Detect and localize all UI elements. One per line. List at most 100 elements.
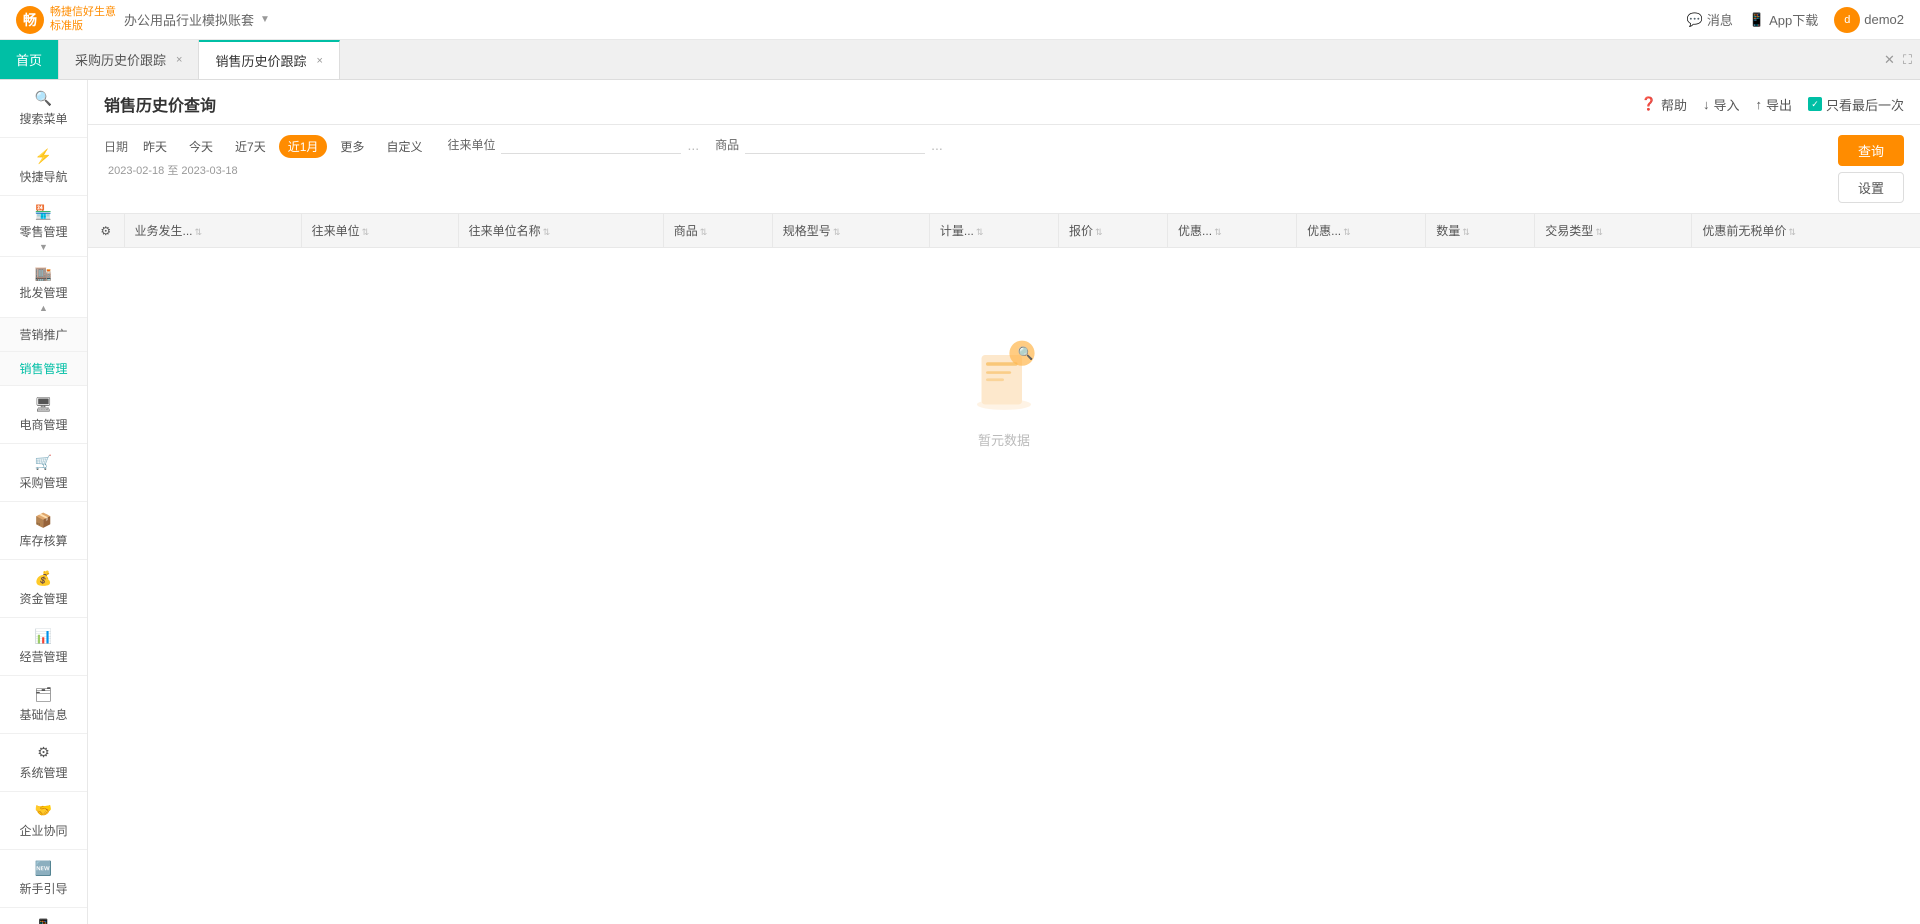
sort-product-icon: ⇅: [700, 227, 708, 237]
date-chip-today[interactable]: 今天: [180, 135, 222, 158]
table-col-bizdate[interactable]: 业务发生...⇅: [124, 214, 301, 248]
tab-bar: 首页 采购历史价跟踪 × 销售历史价跟踪 × ✕ ⛶: [0, 40, 1920, 80]
sidebar-item-purchase[interactable]: 🛒 采购管理: [0, 444, 87, 502]
tab-bar-right: ✕ ⛶: [1876, 40, 1920, 79]
empty-text: 暂元数据: [978, 430, 1030, 449]
help-button[interactable]: ❓ 帮助: [1641, 95, 1687, 114]
date-label: 日期: [104, 138, 128, 155]
top-bar: 畅 畅捷信好生意 标准版 办公用品行业模拟账套 ▼ 💬 消息 📱 App下载 d…: [0, 0, 1920, 40]
user-menu-button[interactable]: d demo2: [1834, 7, 1904, 33]
sidebar-item-inventory[interactable]: 📦 库存核算: [0, 502, 87, 560]
maximize-icon[interactable]: ⛶: [1903, 52, 1912, 68]
tab-sales-history[interactable]: 销售历史价跟踪 ×: [199, 40, 339, 79]
only-last-checkbox-area[interactable]: ✓ 只看最后一次: [1808, 95, 1904, 114]
sidebar-item-finance[interactable]: 💰 资金管理: [0, 560, 87, 618]
app-download-button[interactable]: 📱 App下载: [1749, 10, 1818, 29]
logo-icon: 畅: [16, 6, 44, 34]
table-col-pretaxprice[interactable]: 优惠前无税单价⇅: [1692, 214, 1920, 248]
tab-purchase-history[interactable]: 采购历史价跟踪 ×: [59, 40, 199, 79]
sidebar-basic-label: 基础信息: [19, 706, 67, 723]
app-name[interactable]: 办公用品行业模拟账套 ▼: [124, 10, 270, 29]
filter-bar: 日期 昨天 今天 近7天 近1月 更多 自定义 2023-02-18 至 202…: [88, 125, 1920, 214]
wholesale-expand-icon: ▲: [39, 303, 48, 313]
counterparty-input[interactable]: [501, 135, 681, 154]
sort-spec-icon: ⇅: [833, 227, 841, 237]
sort-unit-icon: ⇅: [976, 227, 984, 237]
sidebar-item-marketing[interactable]: 营销推广: [0, 318, 87, 352]
sales-mgmt-label: 销售管理: [19, 360, 67, 377]
table-col-counterparty[interactable]: 往来单位⇅: [301, 214, 458, 248]
sidebar-item-retail[interactable]: 🏪 零售管理 ▼: [0, 196, 87, 257]
sort-cname-icon: ⇅: [543, 227, 551, 237]
date-range-display: 2023-02-18 至 2023-03-18: [108, 162, 431, 178]
ecommerce-icon: 🖥: [35, 396, 53, 413]
tab-sales-close[interactable]: ×: [316, 55, 322, 67]
tab-home-label: 首页: [16, 50, 42, 69]
sidebar-purchase-label: 采购管理: [19, 474, 67, 491]
counterparty-filter-col: 往来单位 ...: [447, 135, 699, 154]
date-chip-custom[interactable]: 自定义: [377, 135, 431, 158]
only-last-checkbox[interactable]: ✓: [1808, 97, 1822, 111]
sidebar-item-search[interactable]: 🔍 搜索菜单: [0, 80, 87, 138]
table-col-counterparty-name[interactable]: 往来单位名称⇅: [458, 214, 663, 248]
empty-illustration: 🔍: [959, 328, 1049, 418]
date-chip-1month[interactable]: 近1月: [279, 135, 328, 158]
sidebar-item-operations[interactable]: 📊 经营管理: [0, 618, 87, 676]
sidebar-retail-label: 零售管理: [19, 223, 67, 240]
table-col-discount1[interactable]: 优惠...⇅: [1168, 214, 1297, 248]
sidebar-item-wholesale[interactable]: 🏬 批发管理 ▲: [0, 257, 87, 318]
guide-icon: 🆕: [35, 860, 52, 877]
sidebar-item-appcenter[interactable]: 📱 应用中心: [0, 908, 87, 924]
search-icon: 🔍: [35, 90, 52, 107]
product-filter-group: 商品 ...: [715, 135, 943, 154]
close-tab-icon[interactable]: ✕: [1884, 52, 1895, 68]
appcenter-icon: 📱: [35, 918, 52, 924]
table-col-spec[interactable]: 规格型号⇅: [772, 214, 929, 248]
gear-icon: ⚙: [100, 224, 111, 238]
logo-text: 畅捷信好生意 标准版: [50, 6, 116, 32]
query-button[interactable]: 查询: [1838, 135, 1904, 166]
sidebar-item-system[interactable]: ⚙ 系统管理: [0, 734, 87, 792]
message-button[interactable]: 💬 消息: [1687, 10, 1733, 29]
export-button[interactable]: ↑ 导出: [1755, 95, 1792, 114]
table-col-quotedprice[interactable]: 报价⇅: [1058, 214, 1167, 248]
table-col-unit[interactable]: 计量...⇅: [929, 214, 1058, 248]
sort-discount1-icon: ⇅: [1214, 227, 1222, 237]
date-chips: 昨天 今天 近7天 近1月 更多 自定义: [134, 135, 431, 158]
table-col-discount2[interactable]: 优惠...⇅: [1297, 214, 1426, 248]
sort-counterparty-icon: ⇅: [362, 227, 370, 237]
date-filter-col: 日期 昨天 今天 近7天 近1月 更多 自定义 2023-02-18 至 202…: [104, 135, 431, 178]
tab-purchase-close[interactable]: ×: [176, 54, 182, 66]
enterprise-icon: 🤝: [35, 802, 52, 819]
product-input[interactable]: [745, 135, 925, 154]
purchase-icon: 🛒: [35, 454, 52, 471]
sort-transtype-icon: ⇅: [1595, 227, 1603, 237]
date-chip-more[interactable]: 更多: [331, 135, 373, 158]
product-picker-button[interactable]: ...: [931, 137, 943, 153]
sidebar-finance-label: 资金管理: [19, 590, 67, 607]
page-actions: ❓ 帮助 ↓ 导入 ↑ 导出 ✓ 只看最后一次: [1641, 95, 1904, 114]
sidebar-item-sales-mgmt[interactable]: 销售管理: [0, 352, 87, 386]
sidebar-item-basic[interactable]: 🗂 基础信息: [0, 676, 87, 734]
app-download-icon: 📱: [1749, 12, 1765, 28]
sidebar-item-quicknav[interactable]: ⚡ 快捷导航: [0, 138, 87, 196]
sidebar-ecommerce-label: 电商管理: [19, 416, 67, 433]
product-filter-col: 商品 ...: [715, 135, 943, 154]
basic-icon: 🗂: [35, 686, 53, 703]
sidebar-item-ecommerce[interactable]: 🖥 电商管理: [0, 386, 87, 444]
tab-home[interactable]: 首页: [0, 40, 59, 79]
table-col-transtype[interactable]: 交易类型⇅: [1535, 214, 1692, 248]
date-chip-7days[interactable]: 近7天: [226, 135, 275, 158]
settings-button[interactable]: 设置: [1838, 172, 1904, 203]
tab-purchase-label: 采购历史价跟踪: [75, 50, 166, 69]
sidebar-item-guide[interactable]: 🆕 新手引导: [0, 850, 87, 908]
table-col-product[interactable]: 商品⇅: [663, 214, 772, 248]
table-col-quantity[interactable]: 数量⇅: [1426, 214, 1535, 248]
top-right: 💬 消息 📱 App下载 d demo2: [1687, 7, 1904, 33]
sidebar-item-enterprise[interactable]: 🤝 企业协同: [0, 792, 87, 850]
sidebar-inventory-label: 库存核算: [19, 532, 67, 549]
counterparty-picker-button[interactable]: ...: [687, 137, 699, 153]
import-button[interactable]: ↓ 导入: [1703, 95, 1740, 114]
date-chip-yesterday[interactable]: 昨天: [134, 135, 176, 158]
table-col-settings[interactable]: ⚙: [88, 214, 124, 248]
